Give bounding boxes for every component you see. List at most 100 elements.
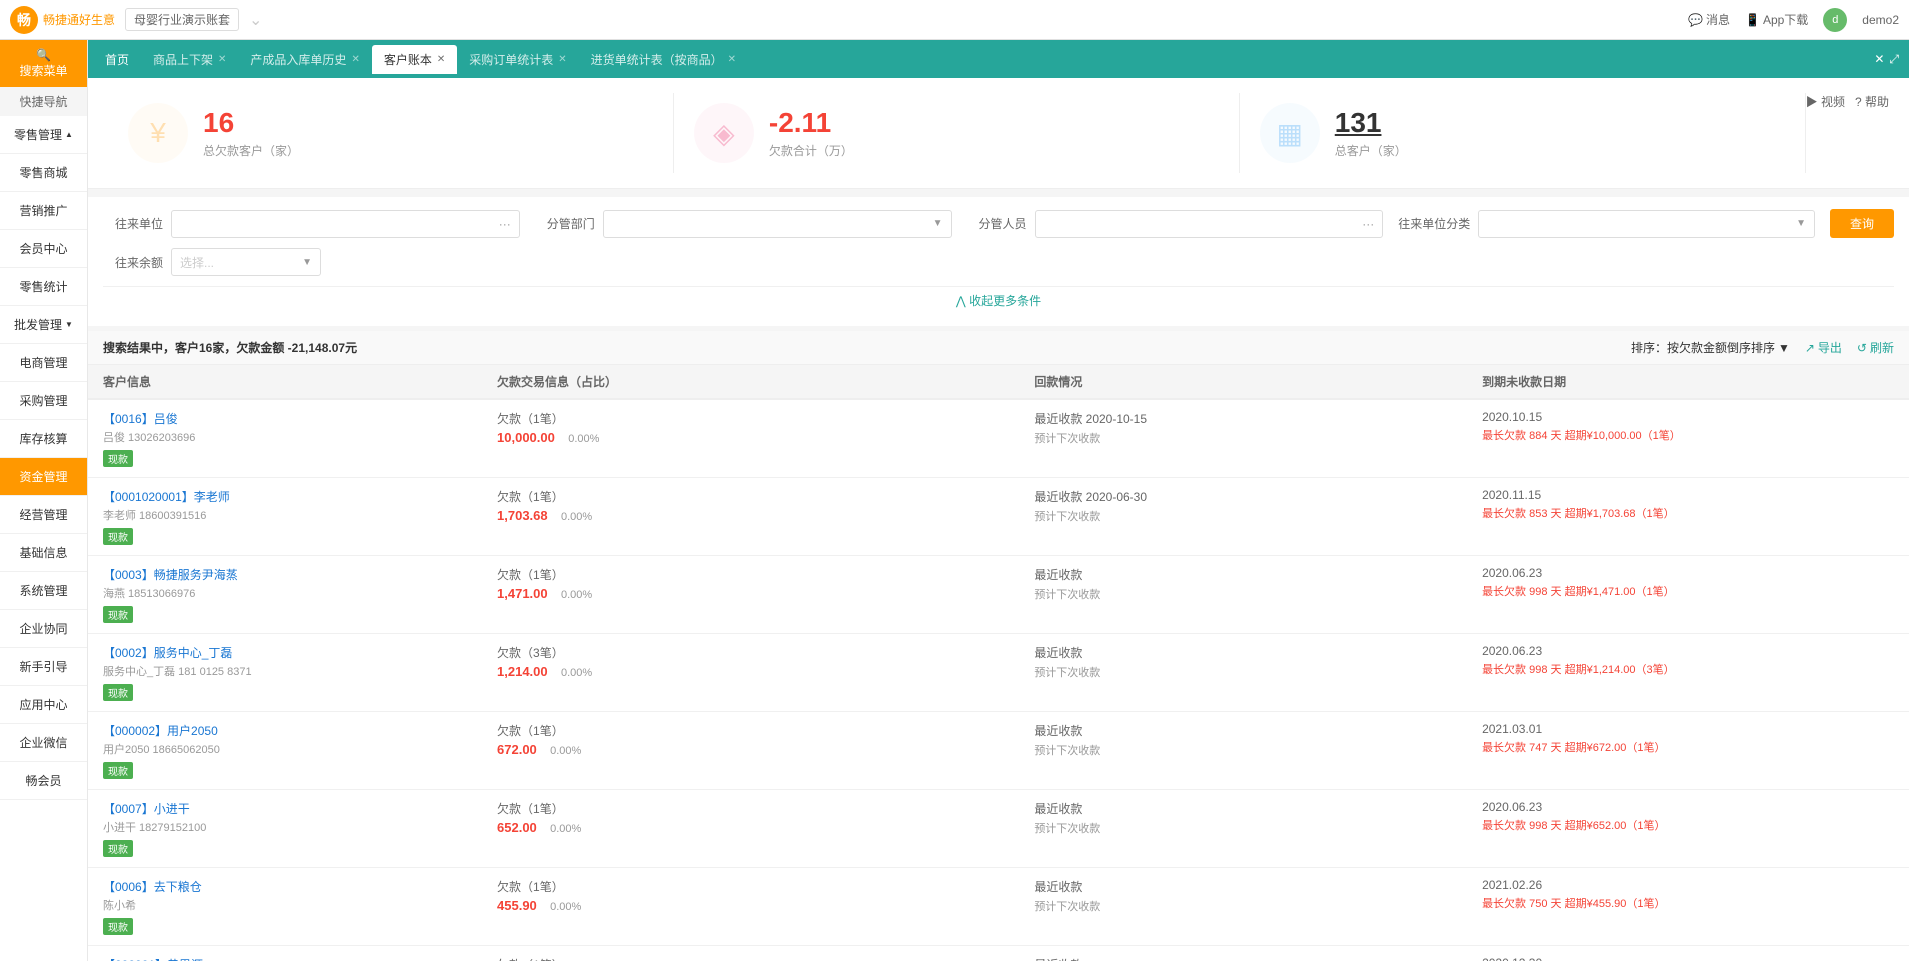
sort-selector[interactable]: 排序：按欠款金额倒序排序 ▼ <box>1631 339 1790 356</box>
customer-name-link[interactable]: 【0001020001】李老师 <box>103 490 230 504</box>
header-due: 到期未收款日期 <box>1482 373 1894 390</box>
tab-customer-account[interactable]: 客户账本 ✕ <box>372 45 457 74</box>
sidebar-item-app-center[interactable]: 应用中心 <box>0 686 87 724</box>
sidebar-item-retail-mgmt[interactable]: 零售管理▲ <box>0 116 87 154</box>
source-unit-label: 往来单位 <box>103 215 163 232</box>
tab-goods-stats[interactable]: 进货单统计表（按商品） ✕ <box>579 45 748 74</box>
sidebar-item-operations[interactable]: 经营管理 <box>0 496 87 534</box>
sidebar-item-vip[interactable]: 畅会员 <box>0 762 87 800</box>
customer-name-link[interactable]: 【0002】服务中心_丁磊 <box>103 646 232 660</box>
total-debt-label: 欠款合计（万） <box>769 142 853 159</box>
tab-home[interactable]: 首页 <box>93 45 141 74</box>
customer-name-link[interactable]: 【000002】用户2050 <box>103 724 218 738</box>
sidebar-quick-nav[interactable]: 快捷导航 <box>0 87 87 116</box>
sidebar-item-ecommerce[interactable]: 电商管理 <box>0 344 87 382</box>
close-tab-customer-account[interactable]: ✕ <box>437 54 445 65</box>
customer-name-link[interactable]: 【0007】小进干 <box>103 802 190 816</box>
app-download-btn[interactable]: 📱 App下载 <box>1745 11 1808 28</box>
overdue-link[interactable]: 超期¥10,000.00（1笔） <box>1565 430 1681 442</box>
export-button[interactable]: ↗ 导出 <box>1805 339 1842 356</box>
close-tab-purchase-stats[interactable]: ✕ <box>558 54 566 65</box>
return-cell: 最近收款 预计下次收款 <box>1034 800 1482 836</box>
sidebar-item-member[interactable]: 会员中心 <box>0 230 87 268</box>
due-cell: 2020.06.23 最长欠款 998 天 超期¥1,214.00（3笔） <box>1482 644 1894 677</box>
search-button[interactable]: 查询 <box>1830 209 1894 238</box>
tab-close-all[interactable]: ✕ <box>1874 52 1884 67</box>
sidebar: 🔍 搜索菜单 快捷导航 零售管理▲ 零售商城 营销推广 会员中心 零售统计 批发… <box>0 40 88 961</box>
tab-bar-actions: ✕ ⤢ <box>1869 52 1904 67</box>
dept-select[interactable]: ▼ <box>603 210 952 238</box>
customer-cell: 【0003】畅捷服务尹海蒸 海燕 18513066976 现款 <box>103 566 497 623</box>
overdue-link[interactable]: 超期¥652.00（1笔） <box>1565 820 1666 832</box>
sidebar-item-purchase[interactable]: 采购管理 <box>0 382 87 420</box>
message-btn[interactable]: 💬 消息 <box>1688 11 1730 28</box>
sidebar-search[interactable]: 🔍 搜索菜单 <box>0 40 87 87</box>
stat-card-actions: ▶ 视频 ? 帮助 <box>1806 93 1889 173</box>
tab-product-listing[interactable]: 商品上下架 ✕ <box>141 45 238 74</box>
customer-contact: 吕俊 13026203696 <box>103 429 497 445</box>
sidebar-item-wholesale[interactable]: 批发管理▼ <box>0 306 87 344</box>
table-row: 【0007】小进干 小进干 18279152100 现款 欠款（1笔） 652.… <box>88 790 1909 868</box>
sidebar-item-system[interactable]: 系统管理 <box>0 572 87 610</box>
filter-collapse[interactable]: ⋀ 收起更多条件 <box>103 286 1894 314</box>
overdue-link[interactable]: 超期¥1,214.00（3笔） <box>1565 664 1675 676</box>
overdue-link[interactable]: 超期¥1,471.00（1笔） <box>1565 586 1675 598</box>
close-tab-goods-stats[interactable]: ✕ <box>728 54 736 65</box>
video-btn[interactable]: ▶ 视频 <box>1806 93 1845 173</box>
sidebar-item-retail-stats[interactable]: 零售统计 <box>0 268 87 306</box>
tab-finished-goods[interactable]: 产成品入库单历史 ✕ <box>238 45 371 74</box>
sidebar-item-finance[interactable]: 资金管理 <box>0 458 87 496</box>
balance-select[interactable]: 选择... ▼ <box>171 248 321 276</box>
table-row: 【0016】吕俊 吕俊 13026203696 现款 欠款（1笔） 10,000… <box>88 400 1909 478</box>
sort-arrow-icon: ▼ <box>1778 341 1790 355</box>
unit-category-label: 往来单位分类 <box>1398 215 1470 232</box>
due-cell: 2021.03.01 最长欠款 747 天 超期¥672.00（1笔） <box>1482 722 1894 755</box>
user-avatar[interactable]: d <box>1823 8 1847 32</box>
download-icon: 📱 <box>1745 13 1760 27</box>
debt-cell: 欠款（1笔） 455.90 0.00% <box>497 878 1034 913</box>
overdue-link[interactable]: 超期¥672.00（1笔） <box>1565 742 1666 754</box>
due-cell: 2020.12.30 最长欠款 808 天 超期¥429.00（1笔） <box>1482 956 1894 961</box>
sidebar-item-enterprise[interactable]: 企业协同 <box>0 610 87 648</box>
content-area: 首页 商品上下架 ✕ 产成品入库单历史 ✕ 客户账本 ✕ 采购订单统计表 ✕ <box>88 40 1909 961</box>
refresh-icon: ↺ <box>1857 341 1867 355</box>
refresh-button[interactable]: ↺ 刷新 <box>1857 339 1894 356</box>
return-cell: 最近收款 预计下次收款 <box>1034 566 1482 602</box>
debt-cell: 欠款（1笔） 652.00 0.00% <box>497 800 1034 835</box>
dept-label: 分管部门 <box>535 215 595 232</box>
page-content: ¥ 16 总欠款客户（家） ◈ -2.11 欠款合计（万） <box>88 78 1909 961</box>
tab-expand[interactable]: ⤢ <box>1889 52 1899 67</box>
result-actions: 排序：按欠款金额倒序排序 ▼ ↗ 导出 ↺ 刷新 <box>1631 339 1894 356</box>
due-cell: 2020.06.23 最长欠款 998 天 超期¥1,471.00（1笔） <box>1482 566 1894 599</box>
filter-dept: 分管部门 ▼ <box>535 210 952 238</box>
tag-cash: 现款 <box>103 840 133 857</box>
logo: 畅 畅捷通好生意 <box>10 6 115 34</box>
sidebar-item-guide[interactable]: 新手引导 <box>0 648 87 686</box>
help-btn[interactable]: ? 帮助 <box>1855 93 1889 173</box>
customer-name-link[interactable]: 【0003】畅捷服务尹海蒸 <box>103 568 238 582</box>
sidebar-item-marketing[interactable]: 营销推广 <box>0 192 87 230</box>
source-unit-input[interactable]: ··· <box>171 210 520 238</box>
sidebar-item-wechat[interactable]: 企业微信 <box>0 724 87 762</box>
yuan-icon: ¥ <box>128 103 188 163</box>
export-icon: ↗ <box>1805 341 1815 355</box>
balance-placeholder: 选择... <box>180 254 214 271</box>
customer-name-link[interactable]: 【0016】吕俊 <box>103 412 178 426</box>
filter-row-1: 往来单位 ··· 分管部门 ▼ <box>103 209 1894 238</box>
person-input[interactable]: ··· <box>1035 210 1384 238</box>
close-tab-finished-goods[interactable]: ✕ <box>351 54 359 65</box>
system-name[interactable]: 母婴行业演示账套 <box>125 8 239 31</box>
sidebar-search-label: 搜索菜单 <box>5 62 82 79</box>
tab-purchase-stats[interactable]: 采购订单统计表 ✕ <box>457 45 578 74</box>
overdue-link[interactable]: 超期¥455.90（1笔） <box>1565 898 1666 910</box>
total-customers-label: 总客户（家） <box>1335 142 1407 159</box>
table-row: 【0003】畅捷服务尹海蒸 海燕 18513066976 现款 欠款（1笔） 1… <box>88 556 1909 634</box>
unit-category-select[interactable]: ▼ <box>1478 210 1815 238</box>
avatar-icon: d <box>1823 8 1847 32</box>
close-tab-product-listing[interactable]: ✕ <box>218 54 226 65</box>
sidebar-item-basic-info[interactable]: 基础信息 <box>0 534 87 572</box>
customer-name-link[interactable]: 【0006】去下粮仓 <box>103 880 202 894</box>
sidebar-item-inventory[interactable]: 库存核算 <box>0 420 87 458</box>
overdue-link[interactable]: 超期¥1,703.68（1笔） <box>1565 508 1675 520</box>
sidebar-item-retail-mall[interactable]: 零售商城 <box>0 154 87 192</box>
